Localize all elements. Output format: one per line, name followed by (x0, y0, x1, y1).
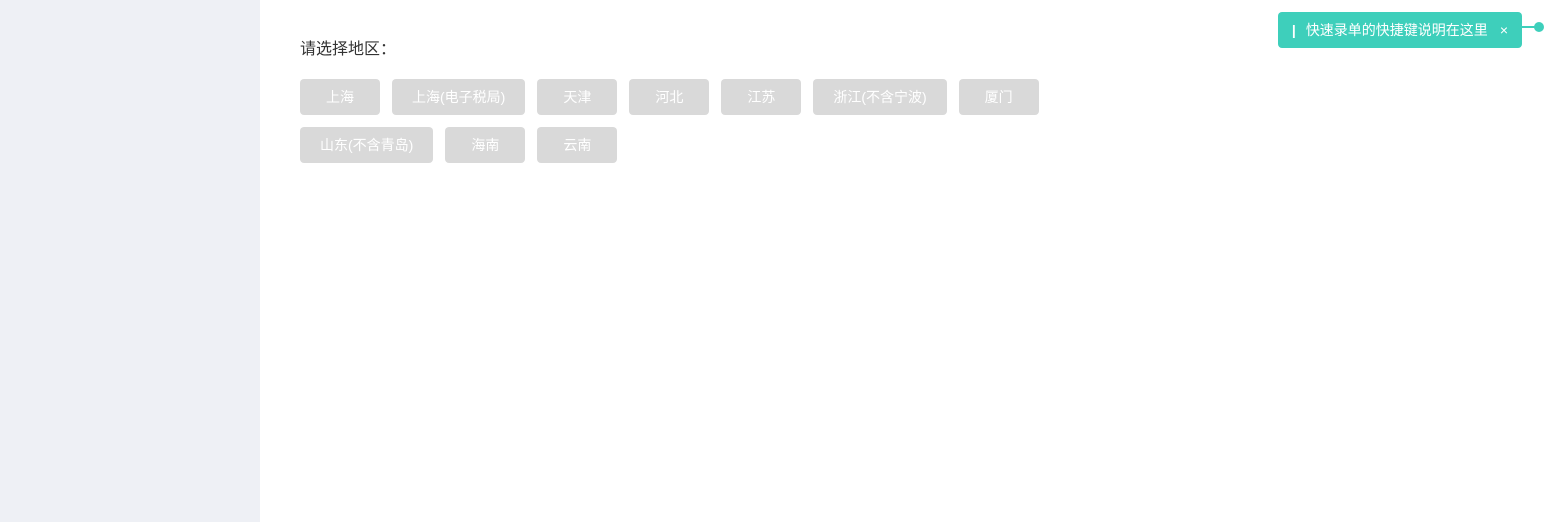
region-btn-shanghai[interactable]: 上海 (300, 79, 380, 115)
region-btn-jiangsu[interactable]: 江苏 (721, 79, 801, 115)
region-btn-zhejiang[interactable]: 浙江(不含宁波) (813, 79, 946, 115)
region-btn-tianjin[interactable]: 天津 (537, 79, 617, 115)
main-content: 请选择地区： 上海上海(电子税局)天津河北江苏浙江(不含宁波)厦门 山东(不含青… (260, 0, 1562, 522)
sidebar (0, 0, 260, 522)
region-btn-shanghai-etax[interactable]: 上海(电子税局) (392, 79, 525, 115)
region-btn-xiamen[interactable]: 厦门 (959, 79, 1039, 115)
tooltip-bar: 快速录单的快捷键说明在这里 × (1278, 12, 1522, 48)
region-btn-yunnan[interactable]: 云南 (537, 127, 617, 163)
tooltip-close-button[interactable]: × (1500, 22, 1508, 38)
region-btn-shandong[interactable]: 山东(不含青岛) (300, 127, 433, 163)
region-buttons-row-1: 上海上海(电子税局) 天津河北江苏浙江(不含宁波) 厦门 (300, 79, 1522, 115)
tooltip-text: 快速录单的快捷键说明在这里 (1306, 20, 1488, 40)
region-buttons-row-2: 山东(不含青岛) 海南云南 (300, 127, 1522, 163)
region-btn-hebei[interactable]: 河北 (629, 79, 709, 115)
region-btn-hainan[interactable]: 海南 (445, 127, 525, 163)
tooltip-dot (1534, 22, 1544, 32)
